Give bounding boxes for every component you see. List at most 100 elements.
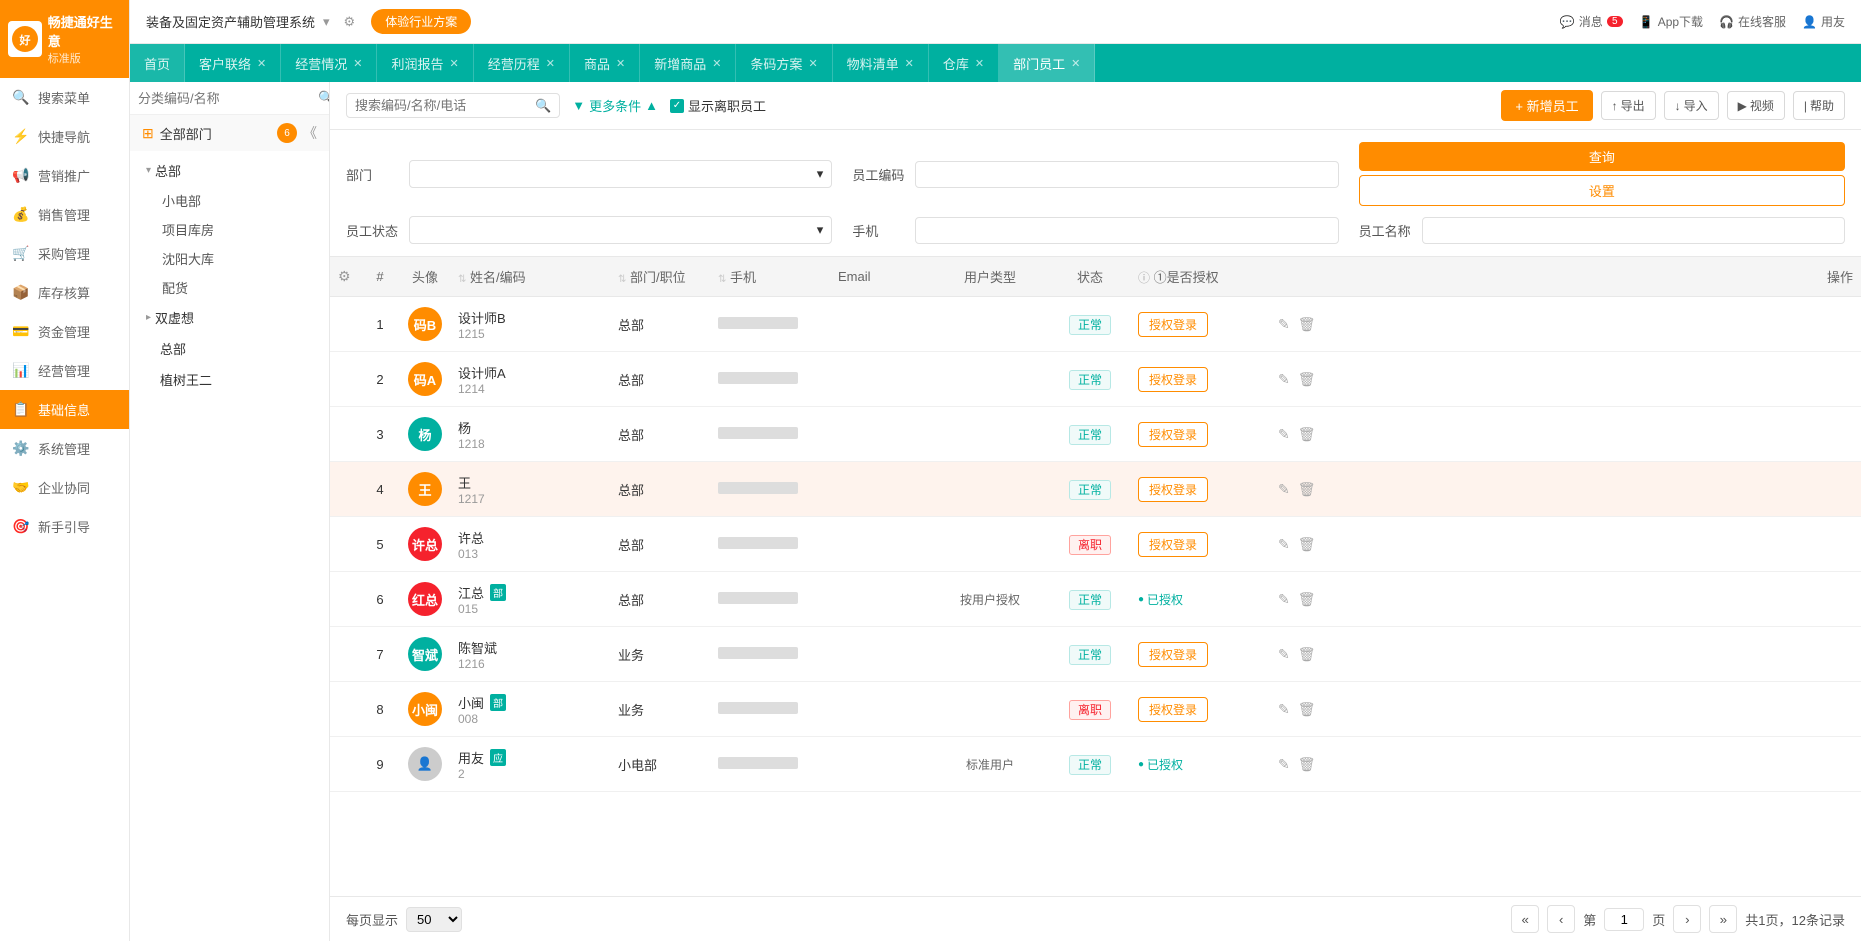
edit-icon[interactable]: ✎ [1278,481,1290,498]
sidebar-item-sales[interactable]: 💰 销售管理 [0,195,129,234]
auth-button[interactable]: 授权登录 [1138,477,1208,502]
table-row: 8 小闽 小闽 部 008 业务 离职 授权登录 ✎ 🗑 [330,682,1861,737]
sidebar-item-finance[interactable]: 💳 资金管理 [0,312,129,351]
more-filters-btn[interactable]: ▼ 更多条件 ▲ [572,96,658,115]
employee-search-input[interactable] [355,94,535,117]
sidebar-item-guide[interactable]: 🎯 新手引导 [0,507,129,546]
sidebar-item-inventory[interactable]: 📦 库存核算 [0,273,129,312]
delete-icon[interactable]: 🗑 [1298,701,1316,718]
tab-operations-status[interactable]: 经营情况 ✕ [281,44,377,82]
phone-input[interactable] [915,217,1338,244]
tab-home[interactable]: 首页 [130,44,185,82]
dept-node-zongbu[interactable]: ▾ 总部 [130,155,329,186]
row-dept-cell: 总部 [610,352,710,407]
empcode-input[interactable] [915,161,1338,188]
auth-button[interactable]: 授权登录 [1138,312,1208,337]
show-inactive-toggle[interactable]: ✓ 显示离职员工 [670,96,766,115]
next-page-btn[interactable]: › [1673,905,1701,933]
tab-profit[interactable]: 利润报告 ✕ [377,44,473,82]
status-select[interactable]: ▾ [409,216,832,244]
sidebar-item-basics[interactable]: 📋 基础信息 [0,390,129,429]
tab-close-icon[interactable]: ✕ [905,57,914,70]
delete-icon[interactable]: 🗑 [1298,316,1316,333]
settings-col-icon[interactable]: ⚙ [338,268,351,284]
delete-icon[interactable]: 🗑 [1298,536,1316,553]
auth-button[interactable]: 授权登录 [1138,422,1208,447]
help-button[interactable]: | 帮助 [1793,91,1845,120]
tab-close-icon[interactable]: ✕ [353,57,362,70]
tab-close-icon[interactable]: ✕ [616,57,625,70]
edit-icon[interactable]: ✎ [1278,371,1290,388]
dept-node-shuangxu[interactable]: ▸ 双虚想 [130,302,329,333]
message-item[interactable]: 💬 消息 5 [1560,13,1623,30]
dept-search-input[interactable] [138,91,314,106]
edit-icon[interactable]: ✎ [1278,646,1290,663]
dept-node-zongbu2[interactable]: 总部 [130,333,329,364]
delete-icon[interactable]: 🗑 [1298,481,1316,498]
sidebar-item-system[interactable]: ⚙️ 系统管理 [0,429,129,468]
show-inactive-label: 显示离职员工 [688,96,766,115]
sidebar-item-search[interactable]: 🔍 搜索菜单 [0,78,129,117]
sidebar-item-purchase[interactable]: 🛒 采购管理 [0,234,129,273]
tab-close-icon[interactable]: ✕ [450,57,459,70]
settings-icon[interactable]: ⚙ [344,14,356,30]
sidebar-item-quicknav[interactable]: ⚡ 快捷导航 [0,117,129,156]
dropdown-arrow[interactable]: ▾ [323,14,330,30]
tab-close-icon[interactable]: ✕ [808,57,817,70]
sidebar-item-marketing[interactable]: 📢 营销推广 [0,156,129,195]
delete-icon[interactable]: 🗑 [1298,426,1316,443]
tab-barcode[interactable]: 条码方案 ✕ [736,44,832,82]
tab-bom[interactable]: 物料清单 ✕ [833,44,929,82]
tab-history[interactable]: 经营历程 ✕ [474,44,570,82]
empname-input[interactable] [1422,217,1845,244]
dept-child-peihuo[interactable]: 配货 [130,273,329,302]
view-button[interactable]: ▶ 视频 [1727,91,1785,120]
last-page-btn[interactable]: » [1709,905,1737,933]
dept-collapse-btn[interactable]: 《 [303,123,317,143]
trial-button[interactable]: 体验行业方案 [371,9,471,34]
tab-add-goods[interactable]: 新增商品 ✕ [640,44,736,82]
prev-page-btn[interactable]: ‹ [1547,905,1575,933]
tab-customers[interactable]: 客户联络 ✕ [185,44,281,82]
app-download-item[interactable]: 📱 App下载 [1639,13,1703,30]
edit-icon[interactable]: ✎ [1278,701,1290,718]
dept-child-project[interactable]: 项目库房 [130,215,329,244]
tab-close-icon[interactable]: ✕ [975,57,984,70]
first-page-btn[interactable]: « [1511,905,1539,933]
edit-icon[interactable]: ✎ [1278,316,1290,333]
dept-node-zhishu[interactable]: 植树王二 [130,364,329,395]
export-button[interactable]: ↑ 导出 [1601,91,1656,120]
edit-icon[interactable]: ✎ [1278,536,1290,553]
settings-button[interactable]: 设置 [1359,175,1845,206]
tab-employees[interactable]: 部门员工 ✕ [999,44,1095,82]
online-service-item[interactable]: 🎧 在线客服 [1719,13,1786,30]
tab-close-icon[interactable]: ✕ [257,57,266,70]
dept-select[interactable]: ▾ [409,160,832,188]
auth-button[interactable]: 授权登录 [1138,642,1208,667]
sidebar-item-operations[interactable]: 📊 经营管理 [0,351,129,390]
page-size-select[interactable]: 50 100 [406,907,462,932]
tab-close-icon[interactable]: ✕ [712,57,721,70]
delete-icon[interactable]: 🗑 [1298,646,1316,663]
tab-close-icon[interactable]: ✕ [1071,57,1080,70]
dept-child-shenyang[interactable]: 沈阳大库 [130,244,329,273]
user-item[interactable]: 👤 用友 [1802,13,1845,30]
auth-button[interactable]: 授权登录 [1138,697,1208,722]
tab-goods[interactable]: 商品 ✕ [570,44,640,82]
import-button[interactable]: ↓ 导入 [1664,91,1719,120]
dept-child-xiaodian[interactable]: 小电部 [130,186,329,215]
delete-icon[interactable]: 🗑 [1298,756,1316,773]
auth-button[interactable]: 授权登录 [1138,367,1208,392]
tab-close-icon[interactable]: ✕ [546,57,555,70]
edit-icon[interactable]: ✎ [1278,426,1290,443]
auth-button[interactable]: 授权登录 [1138,532,1208,557]
delete-icon[interactable]: 🗑 [1298,371,1316,388]
page-number-input[interactable] [1604,908,1644,931]
tab-warehouse[interactable]: 仓库 ✕ [929,44,999,82]
sidebar-item-collab[interactable]: 🤝 企业协同 [0,468,129,507]
edit-icon[interactable]: ✎ [1278,756,1290,773]
add-employee-button[interactable]: + 新增员工 [1501,90,1592,121]
edit-icon[interactable]: ✎ [1278,591,1290,608]
delete-icon[interactable]: 🗑 [1298,591,1316,608]
search-button[interactable]: 查询 [1359,142,1845,171]
